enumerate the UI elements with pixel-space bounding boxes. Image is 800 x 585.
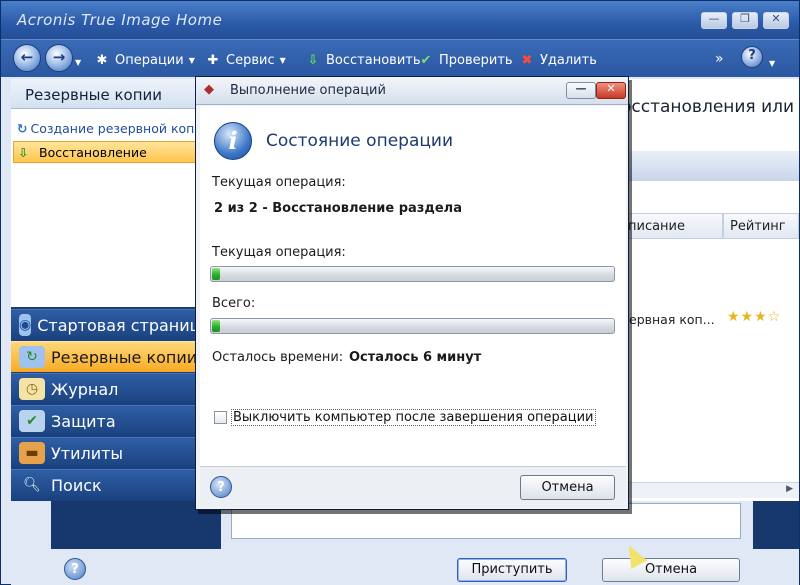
restore-icon: ⇩ (18, 144, 29, 160)
dialog-minimize-button[interactable]: — (566, 82, 596, 99)
time-left-label: Осталось времени: (212, 350, 344, 365)
total-progress-bar (210, 318, 615, 334)
app-icon: ◆ (204, 82, 214, 97)
help-icon: ? (748, 48, 756, 63)
current-operation-label: Текущая операция: (212, 175, 346, 190)
close-button[interactable]: ✕ (763, 12, 789, 29)
restore-window-icon: ❐ (740, 12, 750, 25)
dialog-cancel-button[interactable]: Отмена (520, 475, 615, 500)
total-progress-label: Всего: (212, 296, 256, 311)
operations-menu[interactable]: ✱ Операции ▼ (93, 50, 195, 70)
shutdown-checkbox-label[interactable]: Выключить компьютер после завершения опе… (231, 409, 596, 426)
check-icon: ✔ (420, 52, 432, 68)
proceed-button[interactable]: Приступить (457, 558, 567, 582)
delete-toolbar-button[interactable]: ✖ Удалить (518, 50, 597, 70)
navigation-panel: ◉ Стартовая страница ↻ Резервные копии ◷… (11, 307, 199, 501)
app-title: Acronis True Image Home (17, 11, 223, 29)
minimize-icon: — (708, 12, 720, 25)
tools-icon: ✚ (207, 52, 219, 68)
close-icon: ✕ (606, 82, 616, 95)
main-help-icon[interactable]: ? (64, 558, 86, 580)
archive-row-name[interactable]: ервная коп... (629, 312, 715, 327)
info-icon: i (214, 122, 252, 160)
close-icon: ✕ (771, 12, 781, 25)
dialog-body: i Состояние операции Текущая операция: 2… (200, 106, 626, 466)
back-arrow-icon: ← (20, 48, 34, 66)
horizontal-scrollbar[interactable]: ▶ (629, 482, 799, 498)
restore-button[interactable]: ❐ (732, 12, 758, 29)
check-toolbar-button[interactable]: ✔ Проверить (417, 50, 513, 70)
scroll-right-icon[interactable]: ▶ (786, 484, 793, 494)
dialog-header: Состояние операции (266, 131, 454, 151)
help-button[interactable]: ? (741, 46, 763, 68)
chevron-down-icon: ▼ (188, 55, 195, 65)
wizard-footer-panel-right (753, 501, 799, 549)
total-progress-fill (212, 320, 221, 332)
dialog-footer: ? Отмена (200, 466, 626, 507)
backups-icon: ↻ (19, 346, 45, 368)
minimize-icon: — (575, 82, 587, 95)
shutdown-checkbox[interactable] (214, 411, 227, 424)
log-icon: ◷ (19, 378, 45, 400)
restore-toolbar-button[interactable]: ⇩ Восстановить (304, 50, 421, 70)
current-progress-bar (210, 266, 615, 282)
utilities-icon: ▬ (19, 442, 45, 464)
task-create-backup[interactable]: ↻ Создание резервной копии (13, 117, 197, 139)
home-icon: ◉ (19, 314, 32, 336)
title-bar: Acronis True Image Home — ❐ ✕ (1, 1, 799, 39)
column-header-description[interactable]: писание (621, 213, 723, 239)
chevron-down-icon: ▼ (279, 55, 286, 65)
task-list: ↻ Создание резервной копии ⇩ Восстановле… (11, 109, 199, 307)
toolbar: ← → ▼ ✱ Операции ▼ ✚ Сервис ▼ ⇩ Восстанови… (1, 39, 799, 77)
backup-create-icon: ↻ (17, 120, 28, 136)
dialog-help-icon[interactable]: ? (210, 476, 232, 498)
history-dropdown-icon[interactable]: ▼ (75, 52, 81, 72)
forward-arrow-icon: → (52, 48, 66, 66)
main-cancel-button[interactable]: Отмена (602, 558, 740, 582)
nav-backups[interactable]: ↻ Резервные копии (11, 341, 199, 372)
protection-icon: ✔ (19, 410, 45, 432)
rating-stars: ★★★☆ (727, 309, 782, 325)
help-dropdown-icon[interactable]: ▼ (769, 53, 775, 73)
operations-icon: ✱ (96, 52, 108, 68)
tools-menu[interactable]: ✚ Сервис ▼ (204, 50, 286, 70)
search-icon: 🔍︎ (23, 477, 41, 493)
back-button[interactable]: ← (13, 44, 41, 72)
time-left-value: Осталось 6 минут (349, 350, 482, 365)
task-restore[interactable]: ⇩ Восстановление (13, 141, 197, 163)
current-progress-label: Текущая операция: (212, 245, 346, 260)
nav-search[interactable]: 🔍︎ Поиск (11, 469, 199, 500)
content-title: осстановления или (621, 97, 795, 117)
delete-icon: ✖ (521, 52, 533, 68)
nav-protection[interactable]: ✔ Защита (11, 405, 199, 436)
progress-dialog: ◆ Выполнение операций — ✕ i Состояние оп… (195, 76, 629, 510)
minimize-button[interactable]: — (701, 12, 727, 29)
left-panel-header: Резервные копии (11, 79, 199, 109)
forward-button[interactable]: → (45, 44, 73, 72)
nav-log[interactable]: ◷ Журнал (11, 373, 199, 404)
column-header-rating[interactable]: Рейтинг (723, 213, 799, 239)
restore-icon: ⇩ (307, 52, 319, 68)
nav-utilities[interactable]: ▬ Утилиты (11, 437, 199, 468)
current-operation-value: 2 из 2 - Восстановление раздела (214, 201, 462, 216)
nav-home[interactable]: ◉ Стартовая страница (11, 309, 199, 340)
dialog-close-button[interactable]: ✕ (596, 82, 626, 99)
more-icon[interactable]: » (715, 49, 724, 69)
dialog-title-bar: ◆ Выполнение операций — ✕ (196, 77, 628, 105)
dialog-title: Выполнение операций (230, 83, 386, 98)
content-subheader (629, 151, 799, 181)
current-progress-fill (212, 268, 221, 280)
